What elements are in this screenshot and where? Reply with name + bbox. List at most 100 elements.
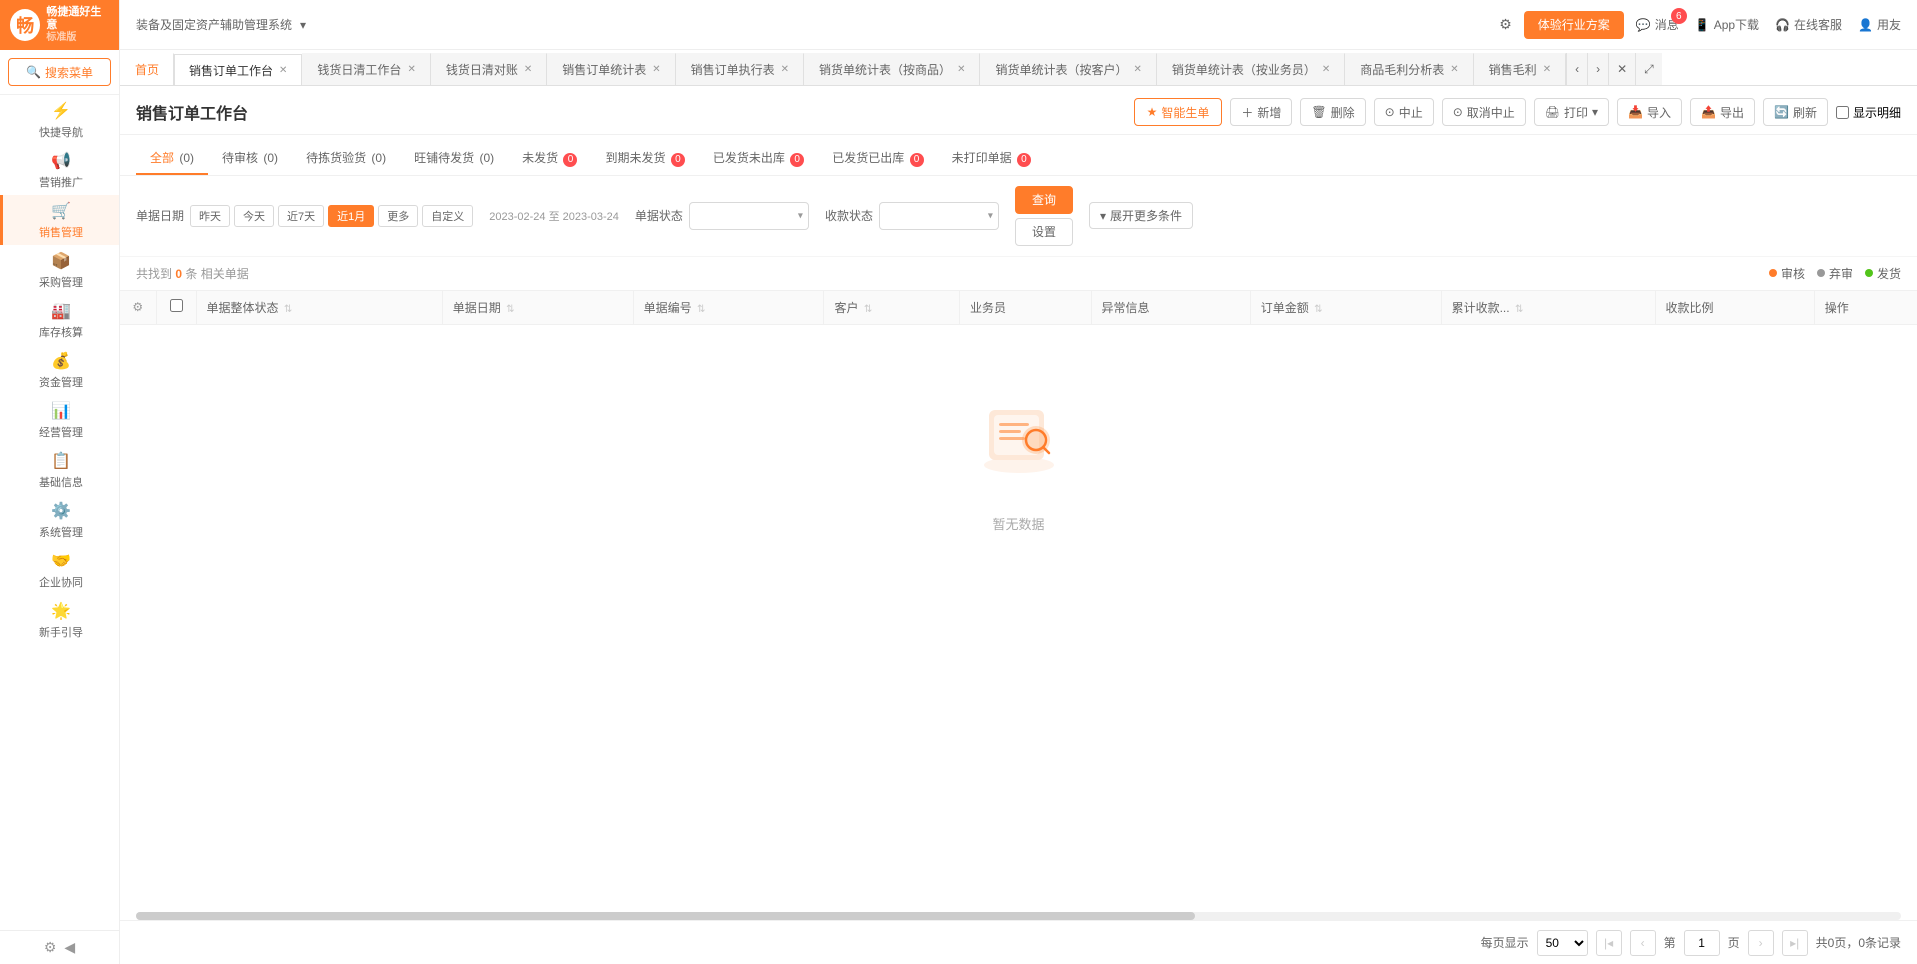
tab-sales-stat-product[interactable]: 销货单统计表（按商品） ✕ — [804, 53, 980, 85]
tab-close-sales-more[interactable]: ✕ — [1543, 64, 1551, 75]
tab-close-sales-stat-product[interactable]: ✕ — [957, 64, 965, 75]
tab-next-button[interactable]: › — [1587, 53, 1608, 85]
review-action[interactable]: 审核 — [1769, 265, 1805, 282]
first-page-button[interactable]: |◂ — [1596, 930, 1622, 956]
reject-action[interactable]: 弃审 — [1817, 265, 1853, 282]
tab-cash-daily[interactable]: 钱货日清工作台 ✕ — [302, 53, 430, 85]
select-all-checkbox[interactable] — [170, 299, 183, 312]
cancel-stop-button[interactable]: ⊙ 取消中止 — [1442, 98, 1526, 126]
tab-sales-stat[interactable]: 销售订单统计表 ✕ — [547, 53, 675, 85]
tab-home[interactable]: 首页 — [120, 53, 174, 85]
subtab-shipped-not-out[interactable]: 已发货未出库 0 — [699, 143, 818, 175]
print-button[interactable]: 🖨 打印 ▾ — [1534, 98, 1609, 126]
tab-close-gross-margin[interactable]: ✕ — [1450, 64, 1458, 75]
solution-button[interactable]: 体验行业方案 — [1524, 11, 1624, 39]
tab-gross-margin[interactable]: 商品毛利分析表 ✕ — [1345, 53, 1473, 85]
add-button[interactable]: ＋ 新增 — [1230, 98, 1292, 126]
import-button[interactable]: 📥 导入 — [1617, 98, 1682, 126]
sidebar-item-inventory[interactable]: 🏭 库存核算 — [0, 295, 119, 345]
th-settings[interactable]: ⚙ — [120, 291, 156, 325]
user-button[interactable]: 👤 用友 — [1858, 16, 1901, 33]
refresh-button[interactable]: 🔄 刷新 — [1763, 98, 1828, 126]
scrollbar-thumb[interactable] — [136, 912, 1195, 920]
date-custom-button[interactable]: 自定义 — [422, 205, 473, 227]
expand-conditions-button[interactable]: ▾ 展开更多条件 — [1089, 202, 1193, 229]
status-select[interactable] — [689, 202, 809, 230]
tab-close-cash-reconcile[interactable]: ✕ — [524, 64, 532, 75]
sidebar-item-quick-nav[interactable]: ⚡ 快捷导航 — [0, 95, 119, 145]
tab-close-sales-exec[interactable]: ✕ — [781, 64, 789, 75]
date-1month-button[interactable]: 近1月 — [328, 205, 374, 227]
sidebar-item-marketing[interactable]: 📢 营销推广 — [0, 145, 119, 195]
tab-close-sales-stat[interactable]: ✕ — [652, 64, 660, 75]
next-page-button[interactable]: › — [1748, 930, 1774, 956]
tab-sales-more[interactable]: 销售毛利 ✕ — [1474, 53, 1566, 85]
stop-button[interactable]: ⊙ 中止 — [1374, 98, 1434, 126]
sidebar-item-operation[interactable]: 📊 经营管理 — [0, 395, 119, 445]
subtab-shipped-out[interactable]: 已发货已出库 0 — [818, 143, 937, 175]
sidebar-item-sales[interactable]: 🛒 销售管理 — [0, 195, 119, 245]
subtab-pending-review[interactable]: 待审核 (0) — [208, 143, 292, 175]
tab-close-sales-workbench[interactable]: ✕ — [279, 65, 287, 76]
delete-button[interactable]: 🗑 删除 — [1300, 98, 1365, 126]
tab-close-sales-stat-staff[interactable]: ✕ — [1322, 64, 1330, 75]
tab-sales-exec[interactable]: 销售订单执行表 ✕ — [676, 53, 804, 85]
dropdown-icon[interactable]: ▾ — [300, 18, 306, 32]
sort-collected-icon[interactable]: ⇅ — [1515, 304, 1523, 315]
tab-fullscreen-button[interactable]: ⤢ — [1635, 53, 1662, 85]
message-button[interactable]: 💬 消息 6 — [1636, 16, 1679, 33]
tab-sales-stat-customer[interactable]: 销货单统计表（按客户） ✕ — [980, 53, 1156, 85]
payment-select[interactable] — [879, 202, 999, 230]
sidebar-item-finance[interactable]: 💰 资金管理 — [0, 345, 119, 395]
subtab-not-printed[interactable]: 未打印单据 0 — [938, 143, 1045, 175]
subtab-expired-not-shipped[interactable]: 到期未发货 0 — [591, 143, 698, 175]
tab-sales-stat-staff[interactable]: 销货单统计表（按业务员） ✕ — [1157, 53, 1345, 85]
settings-bottom-icon[interactable]: ⚙ — [44, 939, 57, 956]
marketing-icon: 📢 — [51, 151, 71, 171]
tab-cash-reconcile[interactable]: 钱货日清对账 ✕ — [431, 53, 547, 85]
app-download-button[interactable]: 📱 App下载 — [1695, 16, 1759, 33]
sidebar-item-system[interactable]: ⚙️ 系统管理 — [0, 495, 119, 545]
sidebar-item-purchase[interactable]: 📦 采购管理 — [0, 245, 119, 295]
sort-date-icon[interactable]: ⇅ — [506, 304, 514, 315]
subtab-not-shipped[interactable]: 未发货 0 — [508, 143, 591, 175]
content-inner: 销售订单工作台 ★ 智能生单 ＋ 新增 🗑 删除 ⊙ — [120, 86, 1917, 964]
th-checkbox[interactable] — [156, 291, 196, 325]
sidebar-item-enterprise[interactable]: 🤝 企业协同 — [0, 545, 119, 595]
search-menu-button[interactable]: 🔍 搜索菜单 — [8, 58, 111, 86]
collapse-icon[interactable]: ◀ — [64, 939, 75, 956]
settings-icon[interactable]: ⚙ — [1499, 16, 1512, 33]
sort-customer-icon[interactable]: ⇅ — [864, 304, 872, 315]
last-page-button[interactable]: ▸| — [1782, 930, 1808, 956]
sort-amount-icon[interactable]: ⇅ — [1314, 304, 1322, 315]
subtab-all[interactable]: 全部 (0) — [136, 143, 208, 175]
sort-status-icon[interactable]: ⇅ — [284, 304, 292, 315]
show-detail-label[interactable]: 显示明细 — [1836, 104, 1901, 121]
date-yesterday-button[interactable]: 昨天 — [190, 205, 230, 227]
subtab-wangpu-pending[interactable]: 旺铺待发货 (0) — [400, 143, 508, 175]
online-service-button[interactable]: 🎧 在线客服 — [1775, 16, 1842, 33]
sidebar-item-guide[interactable]: 🌟 新手引导 — [0, 595, 119, 645]
sidebar-item-basic[interactable]: 📋 基础信息 — [0, 445, 119, 495]
prev-page-button[interactable]: ‹ — [1630, 930, 1656, 956]
tab-prev-button[interactable]: ‹ — [1566, 53, 1587, 85]
page-input[interactable] — [1684, 930, 1720, 956]
horizontal-scrollbar[interactable] — [136, 912, 1901, 920]
query-button[interactable]: 查询 — [1015, 186, 1073, 214]
tab-sales-workbench[interactable]: 销售订单工作台 ✕ — [174, 54, 302, 86]
show-detail-checkbox[interactable] — [1836, 106, 1849, 119]
tab-close-sales-stat-customer[interactable]: ✕ — [1133, 64, 1141, 75]
sort-number-icon[interactable]: ⇅ — [697, 304, 705, 315]
tab-close-cash-daily[interactable]: ✕ — [407, 64, 415, 75]
per-page-select[interactable]: 50 100 200 — [1537, 930, 1588, 956]
subtab-pending-inspect[interactable]: 待拣货验货 (0) — [292, 143, 400, 175]
date-today-button[interactable]: 今天 — [234, 205, 274, 227]
smart-generate-button[interactable]: ★ 智能生单 — [1134, 98, 1223, 126]
date-7days-button[interactable]: 近7天 — [278, 205, 324, 227]
export-button[interactable]: 📤 导出 — [1690, 98, 1755, 126]
settings-button[interactable]: 设置 — [1015, 218, 1073, 246]
ship-action[interactable]: 发货 — [1865, 265, 1901, 282]
date-more-button[interactable]: 更多 — [378, 205, 418, 227]
tab-close-all-button[interactable]: ✕ — [1608, 53, 1635, 85]
th-ratio: 收款比例 — [1655, 291, 1814, 325]
